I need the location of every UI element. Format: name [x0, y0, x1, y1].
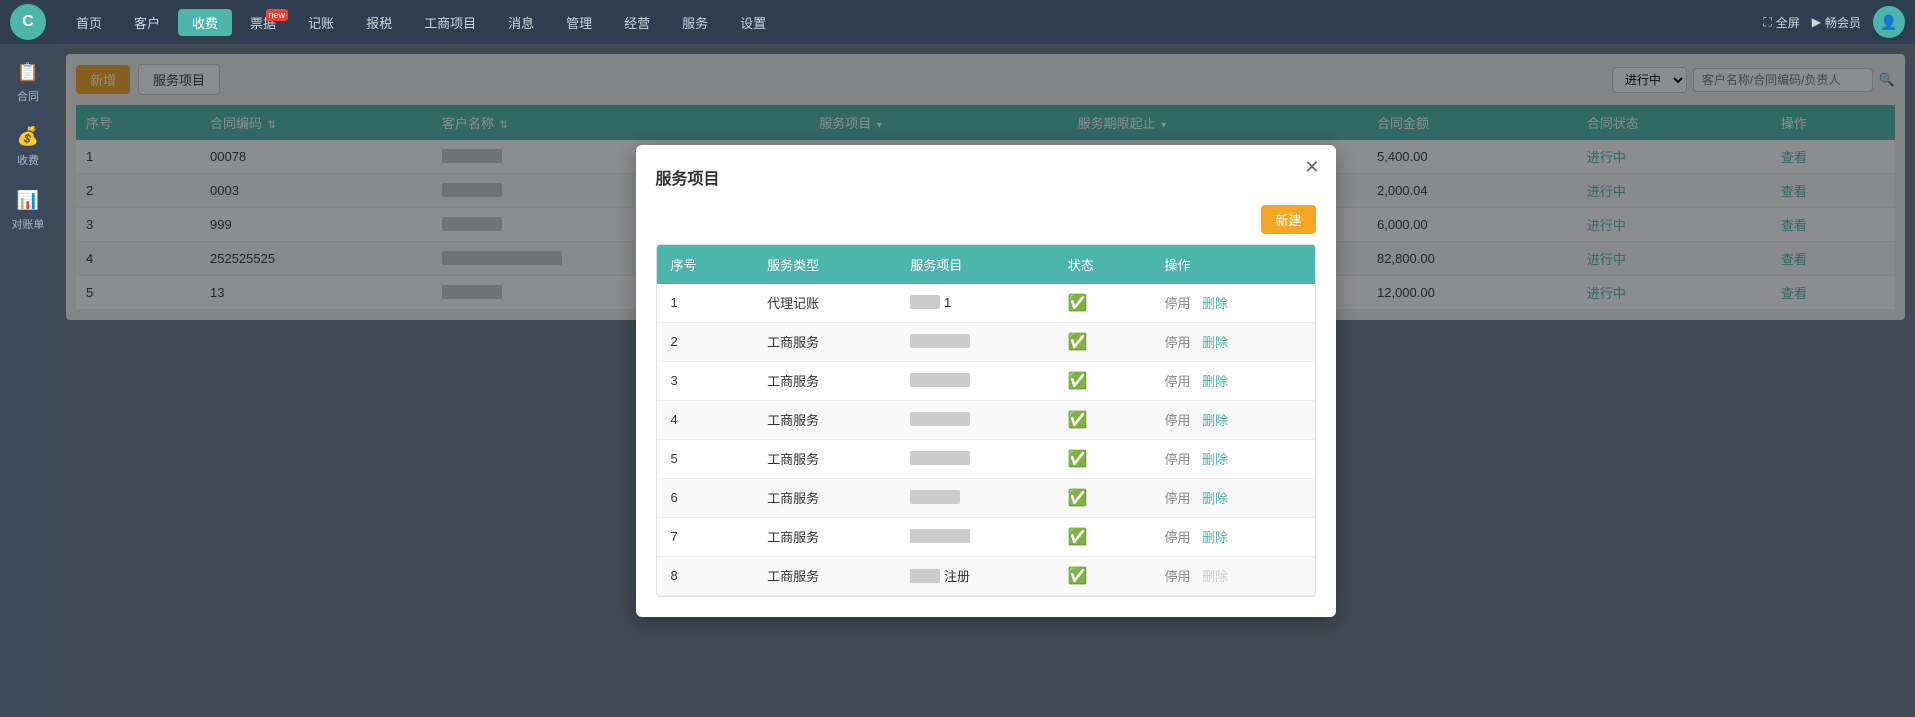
nav-tax[interactable]: 报税: [352, 9, 406, 36]
stop-btn-6[interactable]: 停用: [1164, 491, 1190, 506]
nav-fee[interactable]: 收费: [178, 9, 232, 36]
nav-manage[interactable]: 管理: [552, 9, 606, 36]
stop-btn-5[interactable]: 停用: [1164, 452, 1190, 467]
right-toolbar: ⛶ 全屏 ▶ 畅会员 👤: [1763, 6, 1905, 38]
fullscreen-btn[interactable]: ⛶ 全屏: [1763, 14, 1799, 31]
status-check-5: ✅: [1068, 451, 1088, 468]
nav-operation[interactable]: 经营: [610, 9, 664, 36]
top-navigation: C 首页 客户 收费 票据 new 记账 报税 工商项目 消息 管理 经营 服务…: [0, 0, 1915, 44]
nav-settings[interactable]: 设置: [726, 9, 780, 36]
sidebar-item-contract[interactable]: 📋 合同: [3, 52, 53, 112]
status-check-2: ✅: [1068, 334, 1088, 351]
stop-btn-8[interactable]: 停用: [1164, 569, 1190, 584]
stop-btn-7[interactable]: 停用: [1164, 530, 1190, 545]
nav-business[interactable]: 工商项目: [410, 9, 490, 36]
sidebar: 📋 合同 💰 收费 📊 对账单: [0, 44, 56, 717]
nav-customer[interactable]: 客户: [120, 9, 174, 36]
modal-overlay: ✕ 服务项目 新建 序号 服务类型 服务项目 状态 操作: [56, 44, 1915, 717]
stop-btn-1[interactable]: 停用: [1164, 296, 1190, 311]
list-item: 4 工商服务 ✅ 停用 删除: [657, 400, 1315, 439]
nav-service[interactable]: 服务: [668, 9, 722, 36]
stop-btn-2[interactable]: 停用: [1164, 335, 1190, 350]
list-item: 5 工商服务 ✅ 停用 删除: [657, 439, 1315, 478]
delete-btn-1[interactable]: 删除: [1202, 296, 1228, 311]
service-items-modal: ✕ 服务项目 新建 序号 服务类型 服务项目 状态 操作: [636, 145, 1336, 617]
list-item: 8 工商服务 注册 ✅ 停用 删除: [657, 556, 1315, 595]
modal-toolbar: 新建: [656, 205, 1316, 234]
modal-title: 服务项目: [656, 165, 1316, 189]
modal-col-item: 服务项目: [896, 245, 1053, 284]
delete-btn-7[interactable]: 删除: [1202, 530, 1228, 545]
list-item: 6 工商服务 ✅ 停用 删除: [657, 478, 1315, 517]
reconciliation-icon: 📊: [16, 188, 40, 212]
list-item: 3 工商服务 ✅ 停用 删除: [657, 361, 1315, 400]
list-item: 2 工商服务 ✅ 停用 删除: [657, 322, 1315, 361]
modal-col-seq: 序号: [657, 245, 754, 284]
list-item: 7 工商服务 ✅ 停用 删除: [657, 517, 1315, 556]
status-check-8: ✅: [1068, 568, 1088, 585]
stop-btn-4[interactable]: 停用: [1164, 413, 1190, 428]
nav-message[interactable]: 消息: [494, 9, 548, 36]
fee-icon: 💰: [16, 124, 40, 148]
list-item: 1 代理记账 1 ✅ 停用 删除: [657, 284, 1315, 323]
status-check-4: ✅: [1068, 412, 1088, 429]
stop-btn-3[interactable]: 停用: [1164, 374, 1190, 389]
modal-new-button[interactable]: 新建: [1261, 205, 1315, 234]
sidebar-item-fee[interactable]: 💰 收费: [3, 116, 53, 176]
app-logo: C: [10, 4, 46, 40]
play-icon: ▶: [1812, 15, 1821, 29]
contract-icon: 📋: [16, 60, 40, 84]
modal-close-button[interactable]: ✕: [1304, 157, 1319, 178]
nav-home[interactable]: 首页: [62, 9, 116, 36]
delete-btn-2[interactable]: 删除: [1202, 335, 1228, 350]
delete-btn-8: 删除: [1202, 569, 1228, 584]
nav-menu: 首页 客户 收费 票据 new 记账 报税 工商项目 消息 管理 经营 服务 设…: [62, 9, 1763, 36]
new-badge: new: [266, 9, 289, 21]
modal-table-wrapper: 序号 服务类型 服务项目 状态 操作 1 代理记账 1: [656, 244, 1316, 597]
modal-col-status: 状态: [1054, 245, 1151, 284]
content-area: 新增 服务项目 进行中 🔍 序号 合同编码 ⇅ 客户名称 ⇅: [56, 44, 1915, 717]
status-check-3: ✅: [1068, 373, 1088, 390]
modal-col-type: 服务类型: [753, 245, 896, 284]
status-check-7: ✅: [1068, 529, 1088, 546]
delete-btn-6[interactable]: 删除: [1202, 491, 1228, 506]
delete-btn-4[interactable]: 删除: [1202, 413, 1228, 428]
user-avatar[interactable]: 👤: [1873, 6, 1905, 38]
delete-btn-3[interactable]: 删除: [1202, 374, 1228, 389]
nav-bookkeeping[interactable]: 记账: [294, 9, 348, 36]
modal-col-action: 操作: [1150, 245, 1314, 284]
nav-invoice[interactable]: 票据 new: [236, 9, 290, 36]
member-btn[interactable]: ▶ 畅会员: [1812, 14, 1861, 31]
main-layout: 📋 合同 💰 收费 📊 对账单 新增 服务项目 进行中: [0, 44, 1915, 717]
service-items-table: 序号 服务类型 服务项目 状态 操作 1 代理记账 1: [657, 245, 1315, 596]
fullscreen-icon: ⛶: [1763, 15, 1771, 30]
status-check-1: ✅: [1068, 295, 1088, 312]
delete-btn-5[interactable]: 删除: [1202, 452, 1228, 467]
sidebar-item-reconciliation[interactable]: 📊 对账单: [3, 180, 53, 240]
status-check-6: ✅: [1068, 490, 1088, 507]
